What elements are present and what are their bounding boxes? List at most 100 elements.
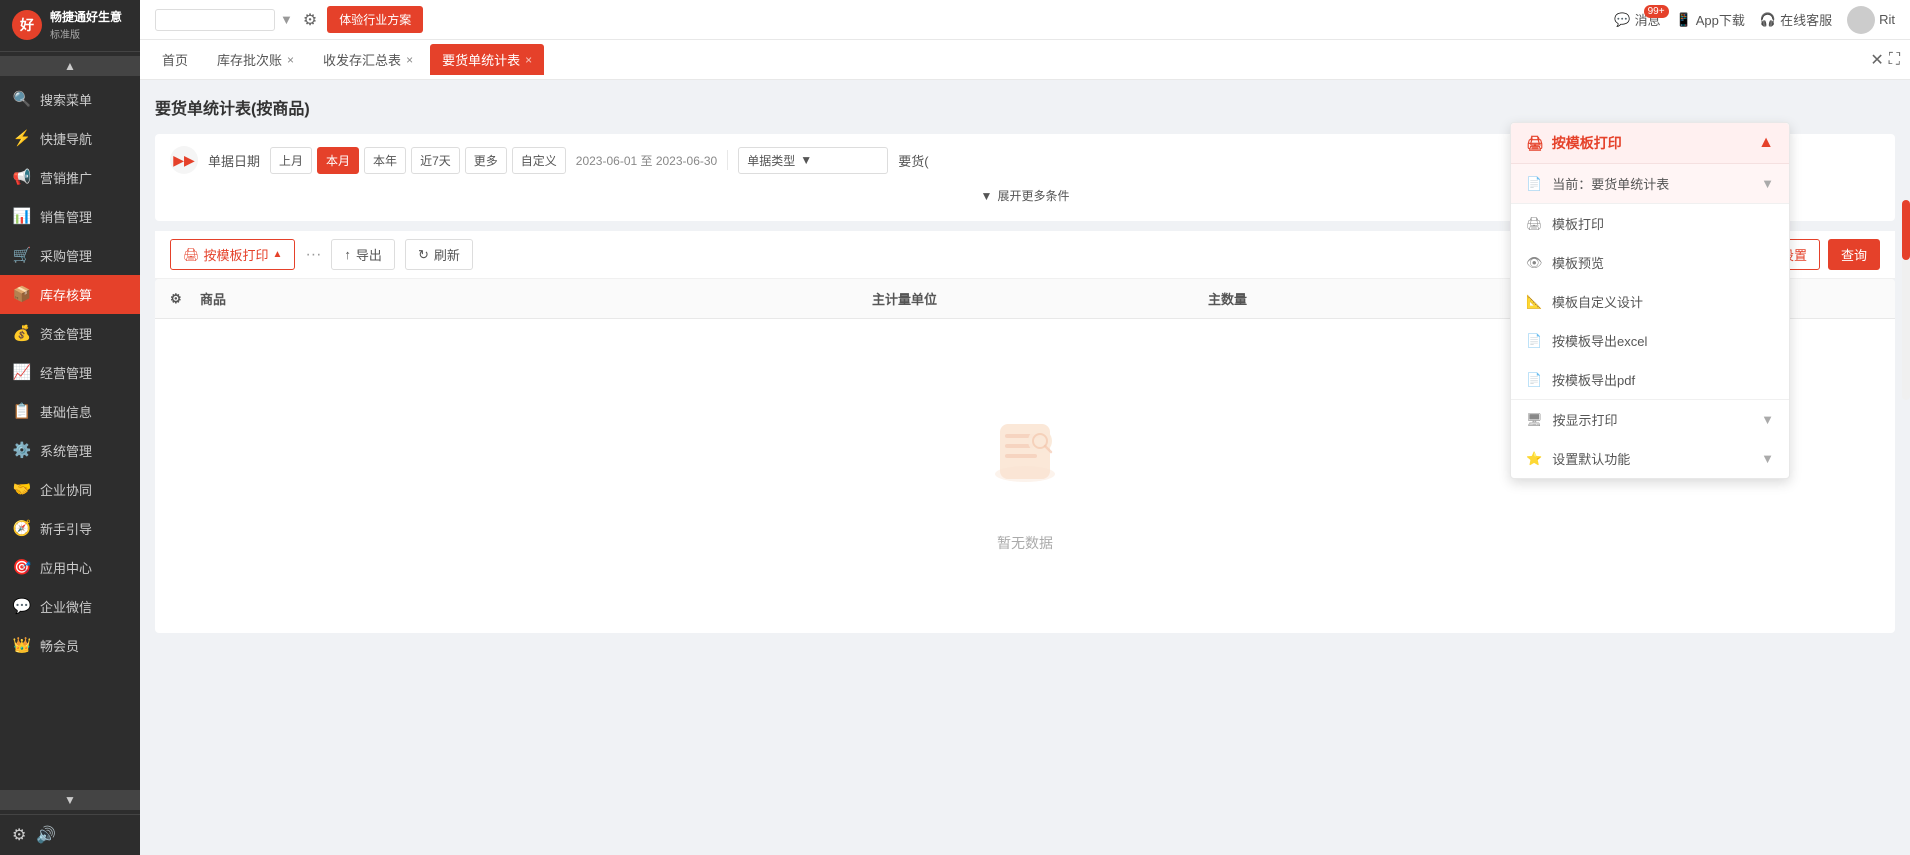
- date-btn-custom[interactable]: 自定义: [512, 147, 566, 174]
- sidebar-item-purchase[interactable]: 🛒 采购管理: [0, 236, 140, 275]
- sidebar-item-guide[interactable]: 🧭 新手引导: [0, 509, 140, 548]
- sidebar-scroll-down[interactable]: ▼: [0, 790, 140, 810]
- more-icon[interactable]: ···: [305, 246, 321, 264]
- order-type-select[interactable]: 单据类型 ▼: [738, 147, 888, 174]
- sidebar-item-sales[interactable]: 📊 销售管理: [0, 197, 140, 236]
- date-btn-more[interactable]: 更多: [465, 147, 507, 174]
- print-dropdown-menu: 🖨 按模板打印 ▲ 📄 当前：要货单统计表 ▼ 🖨 模板打印: [1510, 122, 1790, 479]
- app-download-item[interactable]: 📱 App下载: [1676, 10, 1745, 29]
- sidebar-item-finance[interactable]: 💰 资金管理: [0, 314, 140, 353]
- top-bar-right: 💬 消息 99+ 📱 App下载 🎧 在线客服 Rit: [1614, 6, 1895, 34]
- query-button[interactable]: 查询: [1828, 239, 1880, 270]
- date-btn-last-month[interactable]: 上月: [270, 147, 312, 174]
- export-excel-icon: 📄: [1526, 333, 1542, 349]
- system-icon: ⚙️: [12, 441, 32, 459]
- order-goods-label: 要货(: [898, 151, 928, 170]
- tab-receipt-summary-label: 收发存汇总表: [323, 50, 401, 69]
- print-label: 按模板打印: [204, 245, 269, 264]
- dropdown-item-template-design[interactable]: 📐 模板自定义设计: [1511, 282, 1789, 321]
- dropdown-item-export-excel[interactable]: 📄 按模板导出excel: [1511, 321, 1789, 360]
- window-close-button[interactable]: ✕: [1870, 50, 1883, 70]
- refresh-label: 刷新: [434, 245, 460, 264]
- sidebar-item-quick-nav[interactable]: ⚡ 快捷导航: [0, 119, 140, 158]
- th-settings: ⚙: [170, 291, 200, 307]
- audio-button[interactable]: 🔊: [36, 825, 56, 845]
- export-button[interactable]: ↑ 导出: [331, 239, 395, 270]
- sidebar-item-system[interactable]: ⚙️ 系统管理: [0, 431, 140, 470]
- window-expand-button[interactable]: ⛶: [1889, 50, 1900, 70]
- user-item[interactable]: Rit: [1847, 6, 1895, 34]
- top-bar: ▼ ⚙ 体验行业方案 💬 消息 99+ 📱 App下载 🎧 在线客服: [140, 0, 1910, 40]
- dropdown-item-export-pdf[interactable]: 📄 按模板导出pdf: [1511, 360, 1789, 399]
- th-unit: 主计量单位: [872, 289, 1208, 308]
- settings-button[interactable]: ⚙: [12, 825, 26, 845]
- template-print-icon: 🖨: [1526, 216, 1542, 232]
- sidebar-item-label: 新手引导: [40, 519, 92, 538]
- tab-batch-account-label: 库存批次账: [217, 50, 282, 69]
- sidebar-item-label: 资金管理: [40, 324, 92, 343]
- tab-receipt-summary[interactable]: 收发存汇总表 ×: [311, 44, 425, 75]
- sidebar-item-label: 快捷导航: [40, 129, 92, 148]
- tab-order-stats[interactable]: 要货单统计表 ×: [430, 44, 544, 75]
- wechat-icon: 💬: [12, 597, 32, 615]
- tab-home[interactable]: 首页: [150, 44, 200, 75]
- sidebar-item-label: 经营管理: [40, 363, 92, 382]
- tab-batch-account-close[interactable]: ×: [287, 53, 294, 67]
- refresh-button[interactable]: ↻ 刷新: [405, 239, 473, 270]
- sidebar-item-search[interactable]: 🔍 搜索菜单: [0, 80, 140, 119]
- sidebar-item-enterprise[interactable]: 🤝 企业协同: [0, 470, 140, 509]
- tabs-bar: 首页 库存批次账 × 收发存汇总表 × 要货单统计表 × ✕ ⛶: [140, 40, 1910, 80]
- dropdown-close-icon[interactable]: ▲: [1758, 134, 1774, 152]
- date-btn-this-year[interactable]: 本年: [364, 147, 406, 174]
- current-template-label: 当前：要货单统计表: [1552, 174, 1669, 193]
- sidebar-item-marketing[interactable]: 📢 营销推广: [0, 158, 140, 197]
- dropdown-item-template-preview[interactable]: 👁 模板预览: [1511, 243, 1789, 282]
- tab-receipt-summary-close[interactable]: ×: [406, 53, 413, 67]
- date-buttons: 上月 本月 本年 近7天 更多 自定义: [270, 147, 566, 174]
- sidebar-scroll-up[interactable]: ▲: [0, 56, 140, 76]
- sidebar-item-basic[interactable]: 📋 基础信息: [0, 392, 140, 431]
- logo-title: 畅捷通好生意: [50, 10, 122, 26]
- date-btn-7days[interactable]: 近7天: [411, 147, 460, 174]
- online-service-item[interactable]: 🎧 在线客服: [1760, 10, 1832, 29]
- sidebar-item-operation[interactable]: 📈 经营管理: [0, 353, 140, 392]
- sidebar-item-member[interactable]: 👑 畅会员: [0, 626, 140, 665]
- filter-expand-button[interactable]: ▶▶: [170, 146, 198, 174]
- sidebar-item-wechat[interactable]: 💬 企业微信: [0, 587, 140, 626]
- purchase-icon: 🛒: [12, 246, 32, 264]
- print-button[interactable]: 🖨 按模板打印 ▲: [170, 239, 295, 270]
- sidebar-item-appstore[interactable]: 🎯 应用中心: [0, 548, 140, 587]
- sidebar-item-inventory[interactable]: 📦 库存核算: [0, 275, 140, 314]
- gear-icon[interactable]: ⚙: [303, 10, 317, 30]
- refresh-icon: ↻: [418, 247, 429, 263]
- dropdown-current-template[interactable]: 📄 当前：要货单统计表 ▼: [1511, 164, 1789, 203]
- tab-order-stats-close[interactable]: ×: [525, 53, 532, 67]
- message-item[interactable]: 💬 消息 99+: [1614, 10, 1660, 29]
- window-buttons: ✕ ⛶: [1870, 50, 1900, 70]
- dropdown-current-left: 📄 当前：要货单统计表: [1526, 174, 1669, 193]
- top-search-input[interactable]: [155, 9, 275, 31]
- date-filter-label: 单据日期: [208, 151, 260, 170]
- dropdown-set-default[interactable]: ⭐ 设置默认功能 ▼: [1511, 439, 1789, 478]
- column-settings-icon[interactable]: ⚙: [170, 291, 182, 306]
- trial-button[interactable]: 体验行业方案: [327, 6, 423, 33]
- dropdown-item-template-print[interactable]: 🖨 模板打印: [1511, 204, 1789, 243]
- date-btn-this-month[interactable]: 本月: [317, 147, 359, 174]
- user-avatar: [1847, 6, 1875, 34]
- chevron-down-icon[interactable]: ▼: [280, 12, 293, 27]
- expand-label: 展开更多条件: [997, 187, 1069, 204]
- dropdown-display-print[interactable]: 🖥 按显示打印 ▼: [1511, 400, 1789, 439]
- message-badge: 99+: [1644, 5, 1669, 18]
- right-scrollbar[interactable]: [1902, 200, 1910, 400]
- tab-batch-account[interactable]: 库存批次账 ×: [205, 44, 306, 75]
- sidebar-logo: 好 畅捷通好生意 标准版: [0, 0, 140, 52]
- logo-text: 畅捷通好生意 标准版: [50, 10, 122, 41]
- username: Rit: [1879, 12, 1895, 27]
- content-area: 要货单统计表(按商品) ▶▶ 单据日期 上月 本月 本年 近7天 更多 自定义 …: [140, 80, 1910, 855]
- sales-icon: 📊: [12, 207, 32, 225]
- empty-icon: [975, 399, 1075, 518]
- app-download-icon: 📱: [1676, 12, 1692, 28]
- display-print-left: 🖥 按显示打印: [1526, 410, 1618, 429]
- member-icon: 👑: [12, 636, 32, 654]
- sidebar-item-label: 应用中心: [40, 558, 92, 577]
